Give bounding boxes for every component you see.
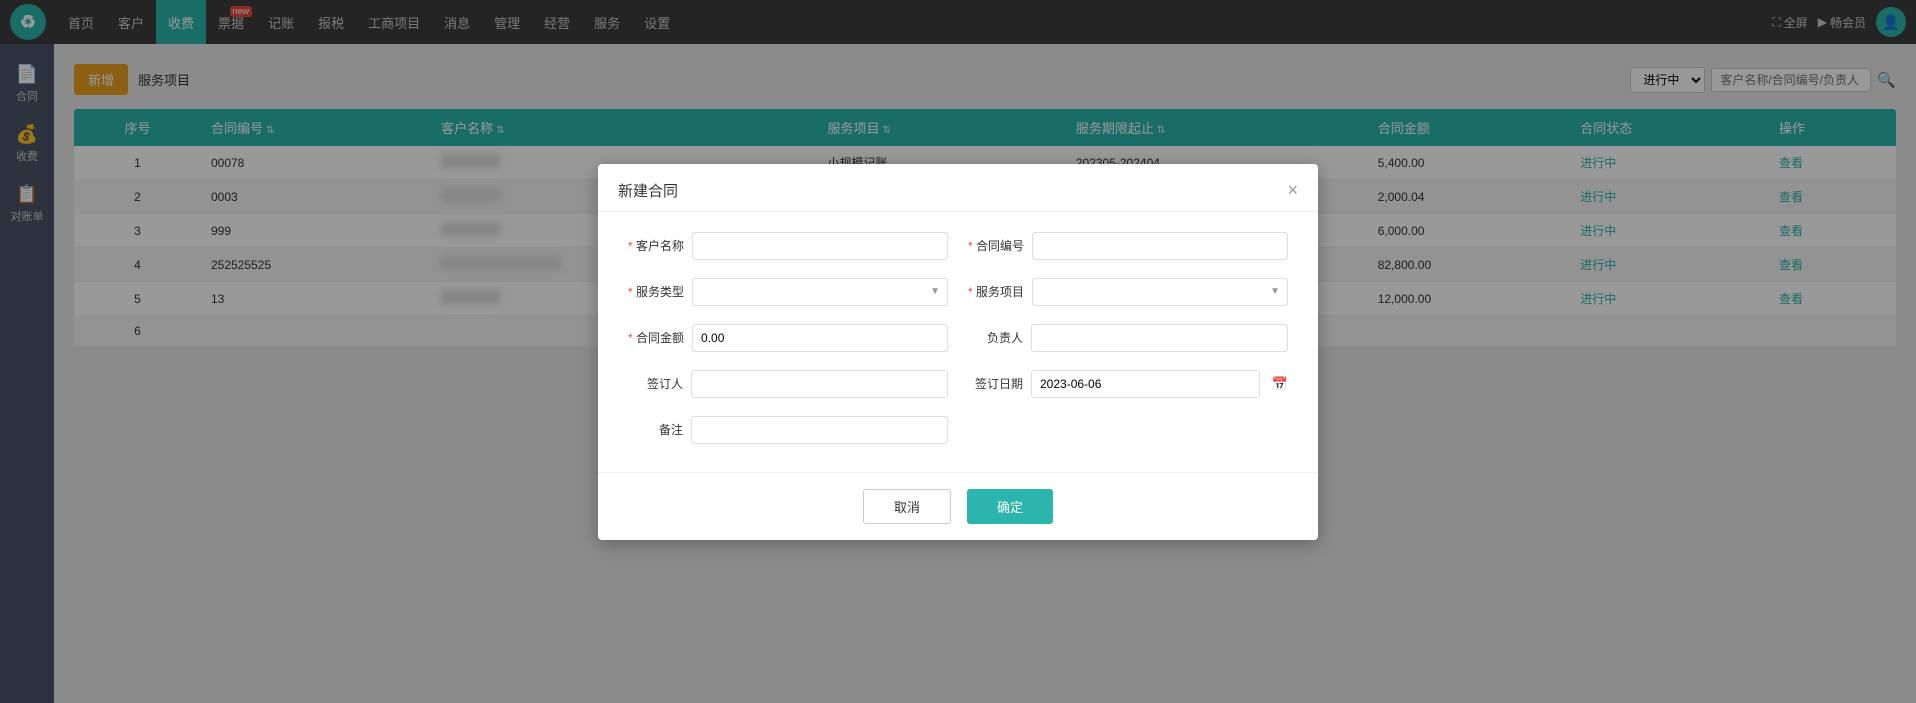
modal-overlay: 新建合同 × 客户名称 合同编号 bbox=[54, 44, 1916, 703]
form-field-signer: 签订人 bbox=[628, 370, 948, 398]
form-row-2: 服务类型 ▼ 服务项目 bbox=[628, 278, 1288, 306]
confirm-button[interactable]: 确定 bbox=[967, 489, 1053, 524]
responsible-label: 负责人 bbox=[968, 329, 1023, 346]
remark-input[interactable] bbox=[691, 416, 948, 444]
responsible-input[interactable] bbox=[1031, 324, 1288, 352]
new-contract-modal: 新建合同 × 客户名称 合同编号 bbox=[598, 164, 1318, 540]
form-field-amount: 合同金额 bbox=[628, 324, 948, 352]
form-row-5: 备注 bbox=[628, 416, 1288, 444]
modal-body: 客户名称 合同编号 服务类型 bbox=[598, 212, 1318, 472]
amount-label: 合同金额 bbox=[628, 329, 684, 346]
cancel-button[interactable]: 取消 bbox=[863, 489, 951, 524]
content-area: 新增 服务项目 进行中 已完成 已终止 全部 🔍 序号 合同编号 bbox=[54, 44, 1916, 703]
contract-no-label: 合同编号 bbox=[968, 237, 1024, 254]
calendar-icon[interactable]: 📅 bbox=[1272, 376, 1288, 392]
client-name-input[interactable] bbox=[692, 232, 948, 260]
service-item-select[interactable] bbox=[1032, 278, 1288, 306]
sign-date-input[interactable] bbox=[1031, 370, 1260, 398]
form-field-empty bbox=[968, 416, 1288, 444]
main-layout: 📄 合同 💰 收费 📋 对账单 新增 服务项目 进行中 已完成 已终止 全部 bbox=[0, 44, 1916, 703]
form-field-remark: 备注 bbox=[628, 416, 948, 444]
signer-input[interactable] bbox=[691, 370, 948, 398]
service-type-select-wrapper: ▼ bbox=[692, 278, 948, 306]
form-field-sign-date: 签订日期 📅 bbox=[968, 370, 1288, 398]
service-item-select-wrapper: ▼ bbox=[1032, 278, 1288, 306]
form-row-4: 签订人 签订日期 📅 bbox=[628, 370, 1288, 398]
contract-no-input[interactable] bbox=[1032, 232, 1288, 260]
modal-close-button[interactable]: × bbox=[1287, 181, 1298, 199]
sign-date-label: 签订日期 bbox=[968, 375, 1023, 392]
signer-label: 签订人 bbox=[628, 375, 683, 392]
service-item-label: 服务项目 bbox=[968, 283, 1024, 300]
form-row-3: 合同金额 负责人 bbox=[628, 324, 1288, 352]
modal-header: 新建合同 × bbox=[598, 164, 1318, 212]
form-field-client-name: 客户名称 bbox=[628, 232, 948, 260]
form-field-contract-no: 合同编号 bbox=[968, 232, 1288, 260]
form-row-1: 客户名称 合同编号 bbox=[628, 232, 1288, 260]
modal-footer: 取消 确定 bbox=[598, 472, 1318, 540]
form-field-service-type: 服务类型 ▼ bbox=[628, 278, 948, 306]
modal-title: 新建合同 bbox=[618, 180, 678, 201]
service-type-select[interactable] bbox=[692, 278, 948, 306]
amount-input[interactable] bbox=[692, 324, 948, 352]
remark-label: 备注 bbox=[628, 421, 683, 438]
form-field-responsible: 负责人 bbox=[968, 324, 1288, 352]
form-field-service-item: 服务项目 ▼ bbox=[968, 278, 1288, 306]
client-name-label: 客户名称 bbox=[628, 237, 684, 254]
service-type-label: 服务类型 bbox=[628, 283, 684, 300]
